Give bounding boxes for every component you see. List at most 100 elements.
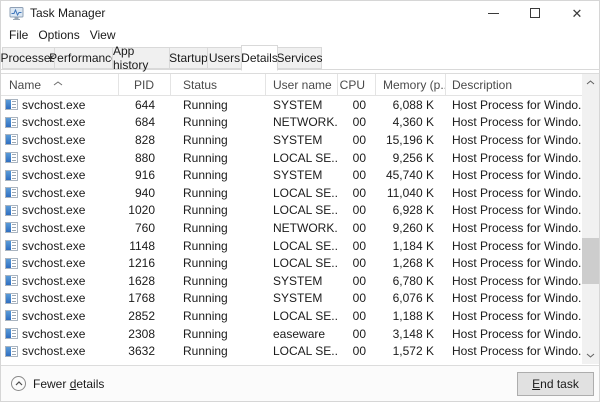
table-row[interactable]: svchost.exe 644 Running SYSTEM 00 6,088 … — [1, 96, 599, 114]
process-icon — [5, 310, 18, 321]
process-user-name: SYSTEM — [266, 96, 338, 114]
column-header-memory[interactable]: Memory (p... — [376, 74, 446, 95]
end-task-label: End task — [532, 377, 579, 391]
process-cpu: 00 — [338, 307, 376, 325]
process-description: Host Process for Windo... — [446, 254, 582, 272]
vertical-scrollbar[interactable] — [582, 74, 599, 364]
menu-file[interactable]: File — [4, 28, 33, 42]
process-cpu: 00 — [338, 131, 376, 149]
process-pid: 684 — [119, 114, 171, 132]
tab-services[interactable]: Services — [277, 47, 322, 69]
title-bar: Task Manager ✕ — [0, 0, 600, 26]
process-pid: 1148 — [119, 237, 171, 255]
process-status: Running — [171, 131, 266, 149]
chevron-up-circle-icon — [11, 376, 26, 391]
footer-bar: Fewer details End task — [1, 365, 599, 401]
task-manager-icon — [8, 5, 24, 21]
process-icon — [5, 346, 18, 357]
process-name: svchost.exe — [22, 327, 85, 341]
process-status: Running — [171, 342, 266, 360]
column-header-status[interactable]: Status — [171, 74, 266, 95]
minimize-button[interactable] — [472, 0, 514, 26]
menu-options[interactable]: Options — [33, 28, 84, 42]
table-row[interactable]: svchost.exe 940 Running LOCAL SE... 00 1… — [1, 184, 599, 202]
tab-users[interactable]: Users — [207, 47, 242, 69]
scroll-up-icon[interactable] — [582, 74, 599, 91]
table-row[interactable]: svchost.exe 1148 Running LOCAL SE... 00 … — [1, 237, 599, 255]
process-status: Running — [171, 272, 266, 290]
maximize-button[interactable] — [514, 0, 556, 26]
process-cpu: 00 — [338, 272, 376, 290]
process-memory: 6,088 K — [376, 96, 446, 114]
close-button[interactable]: ✕ — [556, 0, 598, 26]
table-row[interactable]: svchost.exe 3632 Running LOCAL SE... 00 … — [1, 342, 599, 360]
process-status: Running — [171, 307, 266, 325]
process-memory: 1,188 K — [376, 307, 446, 325]
process-memory: 3,148 K — [376, 325, 446, 343]
process-name: svchost.exe — [22, 344, 85, 358]
scrollbar-thumb[interactable] — [582, 238, 599, 284]
process-user-name: LOCAL SE... — [266, 149, 338, 167]
table-row[interactable]: svchost.exe 1628 Running SYSTEM 00 6,780… — [1, 272, 599, 290]
process-name: svchost.exe — [22, 239, 85, 253]
process-memory: 45,740 K — [376, 166, 446, 184]
process-pid: 828 — [119, 131, 171, 149]
fewer-details-toggle[interactable]: Fewer details — [11, 376, 104, 391]
process-status: Running — [171, 166, 266, 184]
process-cpu: 00 — [338, 114, 376, 132]
process-status: Running — [171, 237, 266, 255]
table-row[interactable]: svchost.exe 684 Running NETWORK... 00 4,… — [1, 114, 599, 132]
table-row[interactable]: svchost.exe 1768 Running SYSTEM 00 6,076… — [1, 290, 599, 308]
process-user-name: SYSTEM — [266, 131, 338, 149]
table-header: Name PID Status User name CPU Memory (p.… — [1, 74, 599, 96]
table-row[interactable]: svchost.exe 1216 Running LOCAL SE... 00 … — [1, 254, 599, 272]
process-user-name: SYSTEM — [266, 290, 338, 308]
column-header-cpu[interactable]: CPU — [338, 74, 376, 95]
process-memory: 11,040 K — [376, 184, 446, 202]
tab-app-history[interactable]: App history — [112, 47, 170, 69]
column-header-user-name[interactable]: User name — [266, 74, 338, 95]
process-icon — [5, 170, 18, 181]
process-icon — [5, 134, 18, 145]
table-row[interactable]: svchost.exe 1020 Running LOCAL SE... 00 … — [1, 202, 599, 220]
process-cpu: 00 — [338, 96, 376, 114]
tab-processes[interactable]: Processes — [2, 47, 55, 69]
process-cpu: 00 — [338, 325, 376, 343]
window-title: Task Manager — [30, 6, 105, 20]
process-memory: 6,928 K — [376, 202, 446, 220]
process-memory: 1,268 K — [376, 254, 446, 272]
process-description: Host Process for Windo... — [446, 290, 582, 308]
table-row[interactable]: svchost.exe 828 Running SYSTEM 00 15,196… — [1, 131, 599, 149]
process-pid: 1020 — [119, 202, 171, 220]
process-status: Running — [171, 149, 266, 167]
table-row[interactable]: svchost.exe 2852 Running LOCAL SE... 00 … — [1, 307, 599, 325]
process-pid: 1768 — [119, 290, 171, 308]
process-status: Running — [171, 184, 266, 202]
end-task-button[interactable]: End task — [517, 372, 594, 396]
tab-strip: Processes Performance App history Startu… — [0, 44, 600, 74]
column-header-description[interactable]: Description — [446, 74, 582, 95]
process-name: svchost.exe — [22, 309, 85, 323]
process-status: Running — [171, 202, 266, 220]
process-user-name: LOCAL SE... — [266, 342, 338, 360]
process-user-name: easeware — [266, 325, 338, 343]
table-row[interactable]: svchost.exe 2308 Running easeware 00 3,1… — [1, 325, 599, 343]
tab-startup[interactable]: Startup — [169, 47, 208, 69]
column-header-pid[interactable]: PID — [119, 74, 171, 95]
process-pid: 644 — [119, 96, 171, 114]
process-pid: 2308 — [119, 325, 171, 343]
table-row[interactable]: svchost.exe 880 Running LOCAL SE... 00 9… — [1, 149, 599, 167]
table-row[interactable]: svchost.exe 760 Running NETWORK... 00 9,… — [1, 219, 599, 237]
process-user-name: LOCAL SE... — [266, 307, 338, 325]
menu-view[interactable]: View — [85, 28, 121, 42]
process-description: Host Process for Windo... — [446, 131, 582, 149]
tab-details[interactable]: Details — [241, 45, 278, 71]
process-name: svchost.exe — [22, 98, 85, 112]
task-manager-window: Task Manager ✕ File Options View Process… — [0, 0, 600, 402]
process-user-name: LOCAL SE... — [266, 202, 338, 220]
tab-performance[interactable]: Performance — [54, 47, 113, 69]
process-description: Host Process for Windo... — [446, 272, 582, 290]
scroll-down-icon[interactable] — [582, 347, 599, 364]
table-row[interactable]: svchost.exe 916 Running SYSTEM 00 45,740… — [1, 166, 599, 184]
process-memory: 9,260 K — [376, 219, 446, 237]
